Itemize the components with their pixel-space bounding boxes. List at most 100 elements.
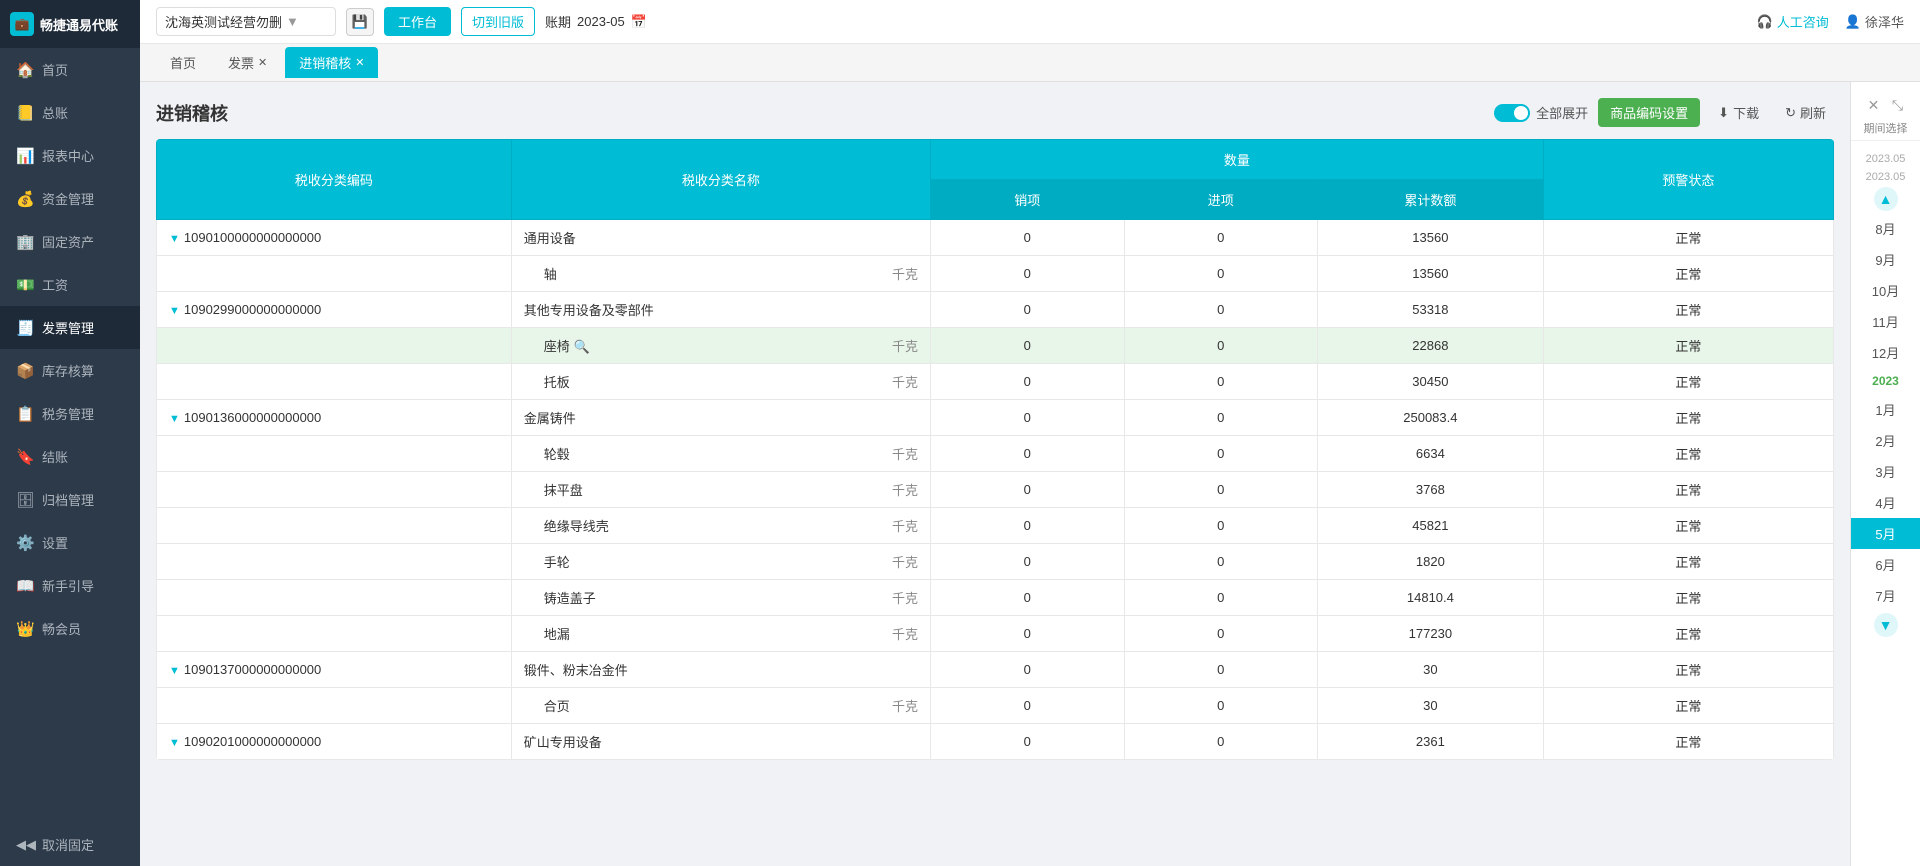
table-row[interactable]: 座椅🔍 千克 0 0 22868 正常 <box>157 328 1834 364</box>
toolbar-right: 全部展开 商品编码设置 ⬇ 下载 ↻ 刷新 <box>1494 98 1834 127</box>
month-item-2月[interactable]: 2月 <box>1851 425 1920 456</box>
row-cumulative: 22868 <box>1318 328 1544 364</box>
table-row: 轮毂 千克 0 0 6634 正常 <box>157 436 1834 472</box>
row-code: ▼1090100000000000000 <box>157 220 512 256</box>
old-version-button[interactable]: 切到旧版 <box>461 7 535 36</box>
scroll-up-button[interactable]: ▲ <box>1874 187 1898 211</box>
row-status: 正常 <box>1543 580 1833 616</box>
tab-invoice-close[interactable]: ✕ <box>258 56 267 69</box>
month-item-11月[interactable]: 11月 <box>1851 306 1920 337</box>
product-code-button[interactable]: 商品编码设置 <box>1598 98 1700 127</box>
row-name-unit: 托板 千克 <box>511 364 930 400</box>
row-sales-out: 0 <box>931 724 1125 760</box>
row-sales-out: 0 <box>931 400 1125 436</box>
sidebar-icon-4: 🏢 <box>16 233 34 251</box>
row-name-unit: 铸造盖子 千克 <box>511 580 930 616</box>
toggle-all-control: 全部展开 <box>1494 103 1588 122</box>
row-status: 正常 <box>1543 472 1833 508</box>
row-status: 正常 <box>1543 220 1833 256</box>
sidebar-item-资金管理[interactable]: 💰资金管理 <box>0 177 140 220</box>
row-sales-in: 0 <box>1124 472 1318 508</box>
month-item-10月[interactable]: 10月 <box>1851 275 1920 306</box>
month-item-4月[interactable]: 4月 <box>1851 487 1920 518</box>
sidebar-item-报表中心[interactable]: 📊报表中心 <box>0 134 140 177</box>
month-item-8月[interactable]: 8月 <box>1851 213 1920 244</box>
row-code <box>157 616 512 652</box>
sidebar-unpin[interactable]: ◀◀ 取消固定 <box>0 823 140 866</box>
right-panel: ✕ ⤡ 期间选择 2023.05 2023.05 ▲ 8月9月10月11月12月… <box>1850 82 1920 866</box>
search-icon[interactable]: 🔍 <box>574 339 590 354</box>
year-label-2023: 2023 <box>1851 368 1920 394</box>
row-cumulative: 30450 <box>1318 364 1544 400</box>
row-cumulative: 3768 <box>1318 472 1544 508</box>
month-item-5月[interactable]: 5月 <box>1851 518 1920 549</box>
sidebar-item-税务管理[interactable]: 📋税务管理 <box>0 392 140 435</box>
sidebar-item-新手引导[interactable]: 📖新手引导 <box>0 564 140 607</box>
sidebar-item-设置[interactable]: ⚙️设置 <box>0 521 140 564</box>
calendar-icon[interactable]: 📅 <box>631 14 647 30</box>
sidebar-item-发票管理[interactable]: 🧾发票管理 <box>0 306 140 349</box>
sidebar-item-工资[interactable]: 💵工资 <box>0 263 140 306</box>
refresh-button[interactable]: ↻ 刷新 <box>1777 98 1834 127</box>
user-menu[interactable]: 👤 徐泽华 <box>1845 12 1904 31</box>
sidebar-icon-8: 📋 <box>16 405 34 423</box>
row-sales-in: 0 <box>1124 256 1318 292</box>
month-item-1月[interactable]: 1月 <box>1851 394 1920 425</box>
scroll-down-button[interactable]: ▼ <box>1874 613 1898 637</box>
tab-invoice-label: 发票 <box>228 53 254 72</box>
row-name-unit: 轴 千克 <box>511 256 930 292</box>
row-sales-in: 0 <box>1124 436 1318 472</box>
th-quantity: 数量 <box>931 140 1544 180</box>
month-item-6月[interactable]: 6月 <box>1851 549 1920 580</box>
collapse-icon[interactable]: ▼ <box>169 665 180 677</box>
tab-invoice[interactable]: 发票 ✕ <box>214 47 281 78</box>
sidebar-icon-1: 📒 <box>16 104 34 122</box>
row-code <box>157 328 512 364</box>
sidebar-item-畅会员[interactable]: 👑畅会员 <box>0 607 140 650</box>
collapse-icon[interactable]: ▼ <box>169 737 180 749</box>
table-row: ▼1090201000000000000 矿山专用设备 0 0 2361 正常 <box>157 724 1834 760</box>
row-sales-in: 0 <box>1124 544 1318 580</box>
period-value: 2023-05 <box>577 14 625 29</box>
panel-close-button[interactable]: ✕ <box>1863 94 1885 116</box>
unpin-label: 取消固定 <box>42 835 94 854</box>
row-name: 其他专用设备及零部件 <box>511 292 930 328</box>
month-item-9月[interactable]: 9月 <box>1851 244 1920 275</box>
period-year-2023-label2: 2023.05 <box>1851 167 1920 185</box>
month-item-12月[interactable]: 12月 <box>1851 337 1920 368</box>
sidebar-item-固定资产[interactable]: 🏢固定资产 <box>0 220 140 263</box>
sidebar-item-库存核算[interactable]: 📦库存核算 <box>0 349 140 392</box>
app-name: 畅捷通易代账 <box>40 15 118 34</box>
row-code <box>157 544 512 580</box>
workbench-button[interactable]: 工作台 <box>384 7 451 36</box>
month-item-7月[interactable]: 7月 <box>1851 580 1920 611</box>
collapse-icon[interactable]: ▼ <box>169 305 180 317</box>
th-warning: 预警状态 <box>1543 140 1833 220</box>
collapse-icon[interactable]: ▼ <box>169 233 180 245</box>
tab-reconcile-close[interactable]: ✕ <box>355 56 364 69</box>
pin-icon: ◀◀ <box>16 837 36 853</box>
row-cumulative: 30 <box>1318 688 1544 724</box>
user-icon: 👤 <box>1845 14 1861 30</box>
row-status: 正常 <box>1543 508 1833 544</box>
row-cumulative: 1820 <box>1318 544 1544 580</box>
sidebar-item-首页[interactable]: 🏠首页 <box>0 48 140 91</box>
collapse-icon[interactable]: ▼ <box>169 413 180 425</box>
panel-expand-button[interactable]: ⤡ <box>1887 94 1909 116</box>
service-button[interactable]: 🎧 人工咨询 <box>1757 12 1829 31</box>
row-sales-out: 0 <box>931 652 1125 688</box>
download-button[interactable]: ⬇ 下载 <box>1710 98 1767 127</box>
month-item-3月[interactable]: 3月 <box>1851 456 1920 487</box>
tab-home[interactable]: 首页 <box>156 47 210 78</box>
company-selector[interactable]: 沈海英测试经营勿删 ▼ <box>156 7 336 36</box>
tab-reconcile[interactable]: 进销稽核 ✕ <box>285 47 378 78</box>
toggle-switch[interactable] <box>1494 104 1530 122</box>
refresh-icon: ↻ <box>1785 105 1796 121</box>
sidebar-item-总账[interactable]: 📒总账 <box>0 91 140 134</box>
sidebar-item-归档管理[interactable]: 🗄归档管理 <box>0 478 140 521</box>
save-button[interactable]: 💾 <box>346 8 374 36</box>
sidebar-item-结账[interactable]: 🔖结账 <box>0 435 140 478</box>
row-code <box>157 256 512 292</box>
row-sales-in: 0 <box>1124 220 1318 256</box>
sidebar-label-13: 畅会员 <box>42 619 81 638</box>
